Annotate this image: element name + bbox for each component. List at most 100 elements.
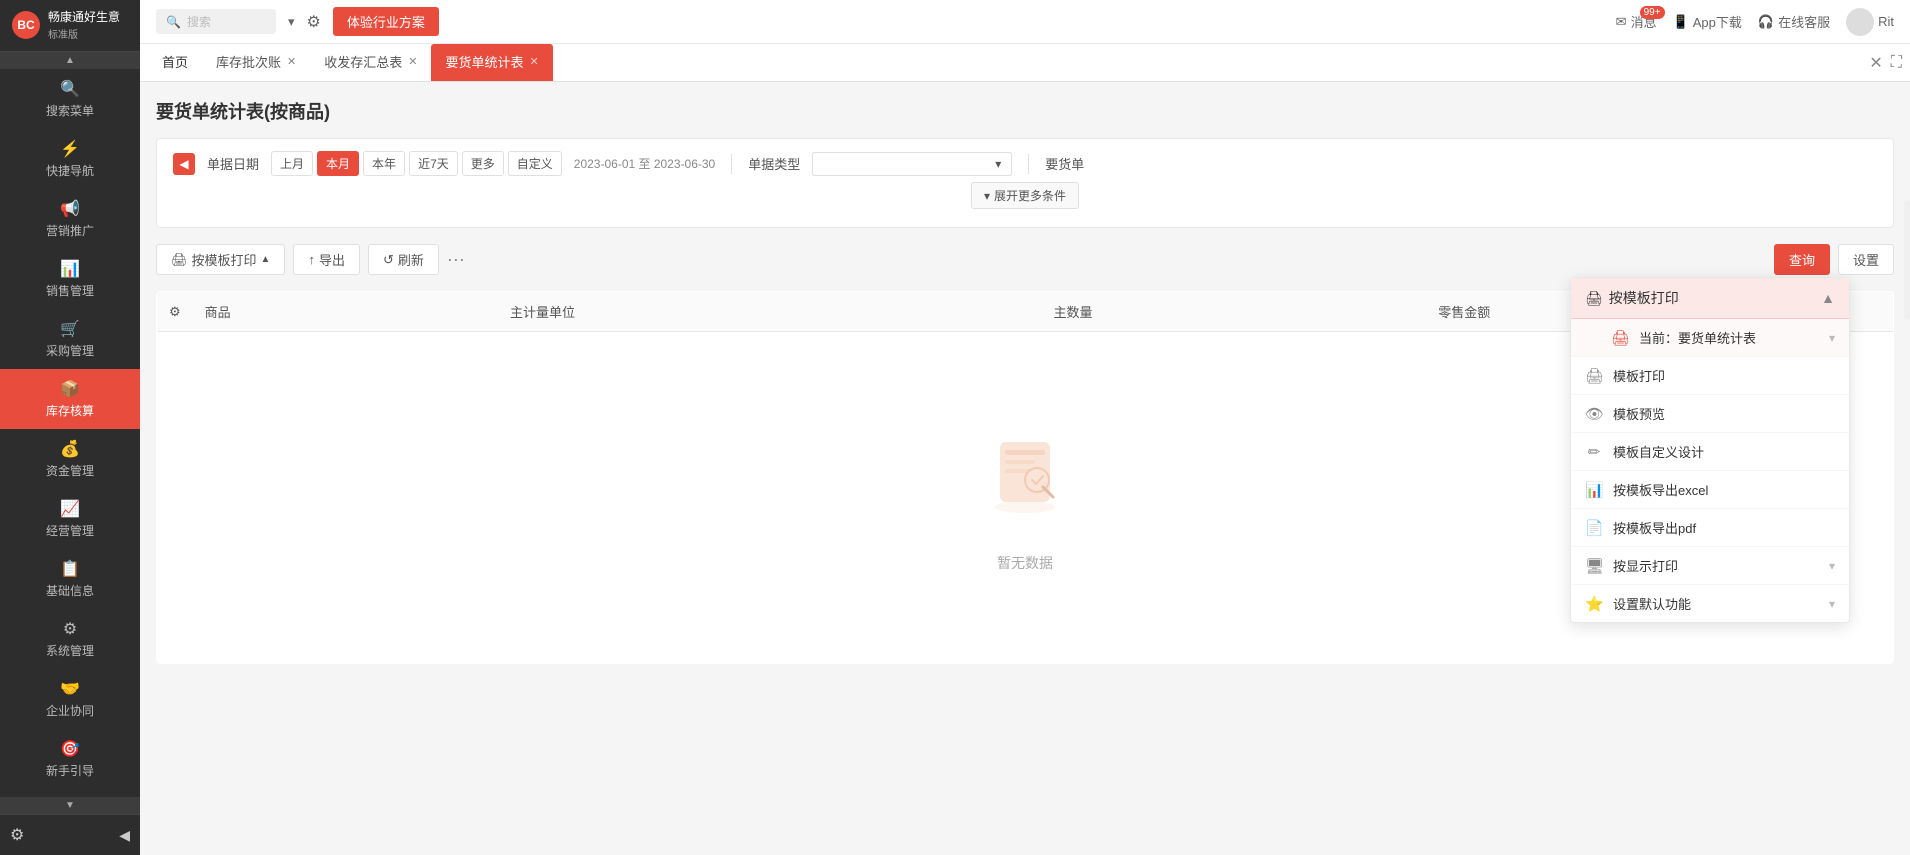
tabs-bar: 首页 库存批次账 ✕ 收发存汇总表 ✕ 要货单统计表 ✕ ✕ ⛶ <box>140 44 1910 82</box>
template-custom-icon: ✏ <box>1585 443 1603 461</box>
template-print-icon: 🖨 <box>1585 367 1603 385</box>
sidebar-item-operation[interactable]: 📈 经营管理 <box>0 489 140 549</box>
sidebar-item-search[interactable]: 🔍 搜索菜单 <box>0 69 140 129</box>
user-avatar <box>1846 8 1874 36</box>
dropdown-item-template-print[interactable]: 🖨 模板打印 <box>1571 357 1849 395</box>
tab-expand-btn[interactable]: ⛶ <box>1891 54 1902 72</box>
user-avatar-area[interactable]: Rit <box>1846 8 1894 36</box>
sidebar-item-collab[interactable]: 🤝 企业协同 <box>0 669 140 729</box>
dropdown-item-display-print[interactable]: 🖥 按显示打印 ▾ <box>1571 547 1849 585</box>
toolbar-more-btn[interactable]: ··· <box>447 249 465 270</box>
export-excel-icon: 📊 <box>1585 481 1603 499</box>
dropdown-close-chevron[interactable]: ▲ <box>1821 290 1835 306</box>
print-template-label: 按模板打印 <box>192 250 257 269</box>
page-area: 要货单统计表(按商品) ◀ 单据日期 上月 本月 本年 近7天 更多 自定义 2… <box>140 82 1910 855</box>
logo-badge: 标准版 <box>48 26 120 41</box>
empty-icon <box>975 422 1075 541</box>
logo-icon: BC <box>12 11 40 39</box>
date-more-btn[interactable]: 更多 <box>462 151 504 176</box>
online-service-action[interactable]: 🎧 在线客服 <box>1758 12 1830 31</box>
sidebar-item-marketing[interactable]: 📢 营销推广 <box>0 189 140 249</box>
dropdown-title-text: 按模板打印 <box>1609 288 1679 308</box>
sidebar-collapse-icon[interactable]: ◀ <box>119 827 130 844</box>
sidebar-item-newuser[interactable]: 🎯 新手引导 <box>0 729 140 789</box>
tab-home[interactable]: 首页 <box>148 44 202 81</box>
type-select[interactable]: ▾ <box>812 152 1012 176</box>
expand-more-label: 展开更多条件 <box>994 187 1066 204</box>
dropdown-header-title: 🖨 按模板打印 <box>1585 288 1679 308</box>
goods-filter-label: 要货单 <box>1045 154 1084 173</box>
dropdown-item-current[interactable]: 🖨 当前：要货单统计表 ▾ <box>1571 319 1849 357</box>
export-btn[interactable]: ↑ 导出 <box>293 244 360 275</box>
date-range-text: 2023-06-01 至 2023-06-30 <box>574 155 715 172</box>
main-content: 🔍 搜索 ▾ ⚙ 体验行业方案 ✉ 消息 99+ 📱 App下载 🎧 在线客服 … <box>140 0 1910 855</box>
refresh-label: 刷新 <box>398 250 424 269</box>
tab-inventory-batch[interactable]: 库存批次账 ✕ <box>202 44 310 81</box>
date-this-year-btn[interactable]: 本年 <box>363 151 405 176</box>
refresh-icon: ↺ <box>383 252 394 268</box>
refresh-btn[interactable]: ↺ 刷新 <box>368 244 439 275</box>
display-print-icon: 🖥 <box>1585 557 1603 575</box>
table-col-settings[interactable]: ⚙ <box>157 292 193 332</box>
display-print-label: 按显示打印 <box>1613 556 1678 575</box>
export-label: 导出 <box>319 250 345 269</box>
logo-text: 畅康通好生意 <box>48 10 120 26</box>
sidebar-scroll-down[interactable]: ▼ <box>0 797 140 814</box>
date-this-month-btn[interactable]: 本月 <box>317 151 359 176</box>
tab-close-all-btn[interactable]: ✕ <box>1869 53 1882 73</box>
print-icon: 🖨 <box>171 252 188 268</box>
date-last-month-btn[interactable]: 上月 <box>271 151 313 176</box>
collab-icon: 🤝 <box>60 679 80 699</box>
sidebar-item-inventory[interactable]: 📦 库存核算 <box>0 369 140 429</box>
dropdown-current-label: 当前：要货单统计表 <box>1639 328 1756 347</box>
date-custom-btn[interactable]: 自定义 <box>508 151 562 176</box>
sidebar-item-finance[interactable]: 💰 资金管理 <box>0 429 140 489</box>
dropdown-item-export-pdf[interactable]: 📄 按模板导出pdf <box>1571 509 1849 547</box>
resize-handle[interactable] <box>1904 200 1910 320</box>
header-search[interactable]: 🔍 搜索 <box>156 9 276 34</box>
expand-more-row: ▾ 展开更多条件 <box>173 176 1877 215</box>
sidebar-settings-icon[interactable]: ⚙ <box>10 825 24 845</box>
filter-collapse-btn[interactable]: ◀ <box>173 153 195 175</box>
system-icon: ⚙ <box>63 619 77 639</box>
dropdown-item-set-default[interactable]: ⭐ 设置默认功能 ▾ <box>1571 585 1849 622</box>
tabs-actions: ✕ ⛶ <box>1869 44 1902 81</box>
sidebar-item-sales[interactable]: 📊 销售管理 <box>0 249 140 309</box>
sidebar-item-basic[interactable]: 📋 基础信息 <box>0 549 140 609</box>
export-excel-label: 按模板导出excel <box>1613 480 1708 499</box>
tab-receipt-summary-close[interactable]: ✕ <box>408 55 417 68</box>
sidebar-item-purchase[interactable]: 🛒 采购管理 <box>0 309 140 369</box>
app-download-action[interactable]: 📱 App下载 <box>1673 12 1742 31</box>
set-default-label: 设置默认功能 <box>1613 594 1691 613</box>
dropdown-item-template-preview[interactable]: 👁 模板预览 <box>1571 395 1849 433</box>
date-7days-btn[interactable]: 近7天 <box>409 151 458 176</box>
template-print-label: 模板打印 <box>1613 366 1665 385</box>
sidebar-item-system[interactable]: ⚙ 系统管理 <box>0 609 140 669</box>
message-action[interactable]: ✉ 消息 99+ <box>1616 12 1657 31</box>
tab-inventory-batch-close[interactable]: ✕ <box>287 55 296 68</box>
dropdown-item-template-custom[interactable]: ✏ 模板自定义设计 <box>1571 433 1849 471</box>
sidebar-item-shortcut[interactable]: ⚡ 快捷导航 <box>0 129 140 189</box>
tab-order-stats[interactable]: 要货单统计表 ✕ <box>431 44 552 81</box>
print-template-btn[interactable]: 🖨 按模板打印 ▲ <box>156 244 285 275</box>
header-dropdown-arrow[interactable]: ▾ <box>288 14 295 30</box>
header-gear-icon[interactable]: ⚙ <box>307 12 321 32</box>
trial-button[interactable]: 体验行业方案 <box>333 7 439 36</box>
tab-order-stats-close[interactable]: ✕ <box>530 55 539 68</box>
dropdown-item-export-excel[interactable]: 📊 按模板导出excel <box>1571 471 1849 509</box>
sidebar: BC 畅康通好生意 标准版 ▲ 🔍 搜索菜单 ⚡ 快捷导航 📢 营销推广 📊 销… <box>0 0 140 855</box>
sidebar-item-appstore[interactable]: 🏪 应用中心 <box>0 789 140 797</box>
finance-icon: 💰 <box>60 439 80 459</box>
query-btn[interactable]: 查询 <box>1774 244 1830 275</box>
marketing-icon: 📢 <box>60 199 80 219</box>
template-preview-label: 模板预览 <box>1613 404 1665 423</box>
table-col-quantity: 主数量 <box>1042 292 1427 332</box>
current-template-icon: 🖨 <box>1611 329 1629 347</box>
settings-btn[interactable]: 设置 <box>1838 244 1894 275</box>
sidebar-nav: 🔍 搜索菜单 ⚡ 快捷导航 📢 营销推广 📊 销售管理 🛒 采购管理 📦 库存核… <box>0 69 140 797</box>
expand-more-btn[interactable]: ▾ 展开更多条件 <box>971 182 1079 209</box>
tab-receipt-summary[interactable]: 收发存汇总表 ✕ <box>310 44 431 81</box>
empty-text: 暂无数据 <box>997 553 1053 573</box>
template-custom-label: 模板自定义设计 <box>1613 442 1704 461</box>
sidebar-scroll-up[interactable]: ▲ <box>0 52 140 69</box>
